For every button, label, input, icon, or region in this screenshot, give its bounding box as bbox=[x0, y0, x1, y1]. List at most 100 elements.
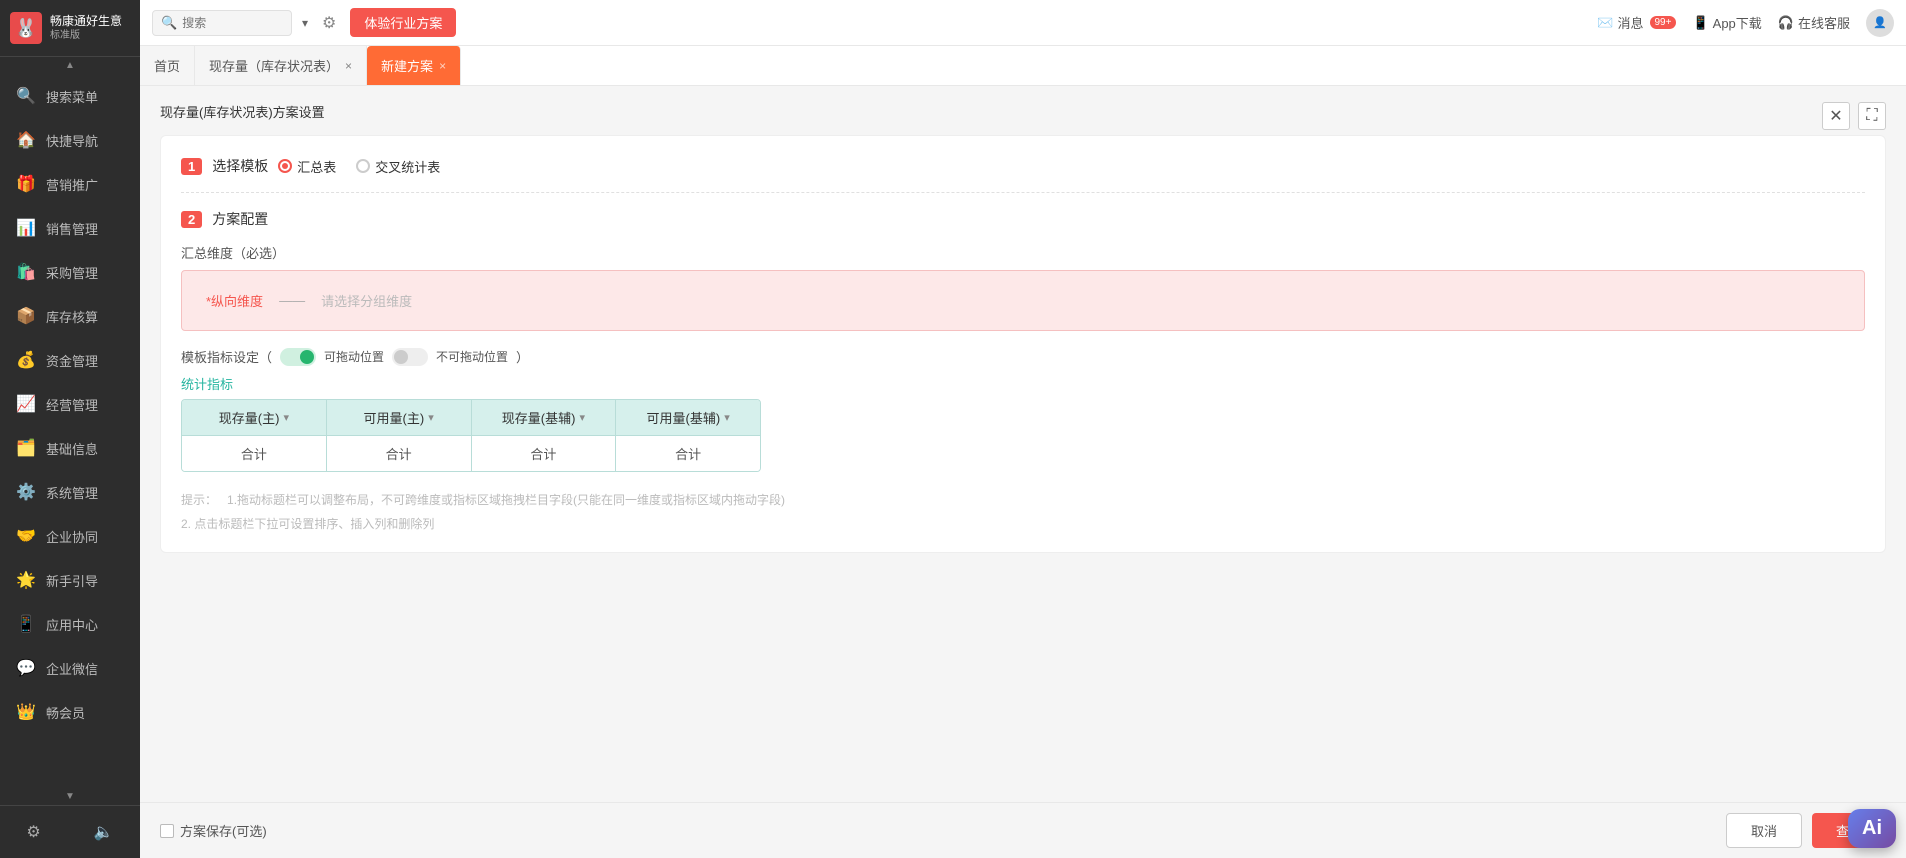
sidebar-logo: 🐰 畅康通好生意 标准版 bbox=[0, 0, 140, 57]
sidebar-item-label: 应用中心 bbox=[46, 615, 98, 634]
metrics-toggle-row: 模板指标设定（ 可拖动位置 不可拖动位置 ） bbox=[181, 347, 1865, 366]
sidebar-item-quick-nav[interactable]: 🏠 快捷导航 bbox=[0, 118, 140, 162]
sidebar-item-label: 企业微信 bbox=[46, 659, 98, 678]
sidebar-item-base-info[interactable]: 🗂️ 基础信息 bbox=[0, 426, 140, 470]
sidebar-item-app-center[interactable]: 📱 应用中心 bbox=[0, 602, 140, 646]
content-area: ✕ ⛶ 现存量(库存状况表)方案设置 1 选择模板 汇总表 交叉统计表 bbox=[140, 86, 1906, 802]
tabs-bar: 首页 现存量（库存状况表） × 新建方案 × bbox=[140, 46, 1906, 86]
sidebar-item-marketing[interactable]: 🎁 营销推广 bbox=[0, 162, 140, 206]
save-checkbox-label[interactable]: 方案保存(可选) bbox=[160, 821, 267, 840]
shopping-icon: 🛍️ bbox=[16, 262, 36, 282]
page-title: 现存量(库存状况表)方案设置 bbox=[160, 102, 1886, 121]
sidebar-item-purchase[interactable]: 🛍️ 采购管理 bbox=[0, 250, 140, 294]
messages-btn[interactable]: ✉️ 消息 99+ bbox=[1597, 13, 1676, 32]
sidebar-item-sales[interactable]: 📊 销售管理 bbox=[0, 206, 140, 250]
metrics-col-3[interactable]: 可用量(基辅) ▾ bbox=[616, 400, 760, 435]
scroll-down-arrow[interactable]: ▼ bbox=[0, 788, 140, 805]
panel-expand-button[interactable]: ⛶ bbox=[1858, 102, 1886, 130]
sidebar-item-corp-collab[interactable]: 🤝 企业协同 bbox=[0, 514, 140, 558]
sidebar-item-search-menu[interactable]: 🔍 搜索菜单 bbox=[0, 74, 140, 118]
topbar-gear-icon[interactable]: ⚙ bbox=[322, 13, 336, 33]
topbar: 🔍 ▾ ⚙ 体验行业方案 ✉️ 消息 99+ 📱 App下载 🎧 在线客服 👤 bbox=[140, 0, 1906, 46]
step2-title: 方案配置 bbox=[212, 209, 268, 229]
step1-header: 1 选择模板 汇总表 交叉统计表 bbox=[181, 156, 1865, 176]
col3-chevron-icon: ▾ bbox=[724, 411, 730, 424]
tab-inventory-close-icon[interactable]: × bbox=[345, 59, 352, 73]
home-icon: 🏠 bbox=[16, 130, 36, 150]
chart-icon: 📊 bbox=[16, 218, 36, 238]
scroll-up-arrow[interactable]: ▲ bbox=[0, 57, 140, 74]
radio-cross[interactable]: 交叉统计表 bbox=[356, 157, 440, 176]
tab-inventory-status[interactable]: 现存量（库存状况表） × bbox=[195, 46, 367, 85]
stats-title: 统计指标 bbox=[181, 374, 1865, 393]
tips-title: 提示： bbox=[181, 493, 217, 507]
toggle2-label: 不可拖动位置 bbox=[436, 348, 508, 365]
metrics-table: 现存量(主) ▾ 可用量(主) ▾ 现存量(基辅) ▾ 可用量(基辅) ▾ bbox=[181, 399, 761, 472]
sidebar-item-label: 营销推广 bbox=[46, 175, 98, 194]
settings-bottom-btn[interactable]: ⚙ bbox=[20, 816, 46, 848]
sidebar: 🐰 畅康通好生意 标准版 ▲ 🔍 搜索菜单 🏠 快捷导航 🎁 营销推广 📊 销售… bbox=[0, 0, 140, 858]
search-icon: 🔍 bbox=[161, 15, 177, 31]
tips-tip1: 提示： 1.拖动标题栏可以调整布局，不可跨维度或指标区域拖拽栏目字段(只能在同一… bbox=[181, 488, 1865, 512]
sidebar-item-ops[interactable]: 📈 经营管理 bbox=[0, 382, 140, 426]
topbar-search-box[interactable]: 🔍 bbox=[152, 10, 292, 36]
sidebar-item-finance[interactable]: 💰 资金管理 bbox=[0, 338, 140, 382]
sidebar-item-label: 畅会员 bbox=[46, 703, 85, 722]
metrics-col-0[interactable]: 现存量(主) ▾ bbox=[182, 400, 327, 435]
metrics-table-row-0: 合计 合计 合计 合计 bbox=[182, 435, 760, 471]
search-menu-icon: 🔍 bbox=[16, 86, 36, 106]
sidebar-item-new-guide[interactable]: 🌟 新手引导 bbox=[0, 558, 140, 602]
tab-new-scheme-close-icon[interactable]: × bbox=[439, 59, 446, 73]
col0-chevron-icon: ▾ bbox=[283, 411, 289, 424]
step-divider bbox=[181, 192, 1865, 193]
gift-icon: 🎁 bbox=[16, 174, 36, 194]
scheme-settings-card: 1 选择模板 汇总表 交叉统计表 2 方案配置 bbox=[160, 135, 1886, 553]
industry-plan-button[interactable]: 体验行业方案 bbox=[350, 8, 456, 37]
topbar-right: ✉️ 消息 99+ 📱 App下载 🎧 在线客服 👤 bbox=[1597, 9, 1894, 37]
cell-0-3: 合计 bbox=[616, 436, 760, 471]
crown-icon: 👑 bbox=[16, 702, 36, 722]
sidebar-item-inventory[interactable]: 📦 库存核算 bbox=[0, 294, 140, 338]
tab-home[interactable]: 首页 bbox=[140, 46, 195, 85]
sidebar-item-sys[interactable]: ⚙️ 系统管理 bbox=[0, 470, 140, 514]
draggable-toggle[interactable] bbox=[280, 348, 316, 366]
money-icon: 💰 bbox=[16, 350, 36, 370]
app-download-btn[interactable]: 📱 App下载 bbox=[1692, 13, 1761, 32]
sidebar-item-member[interactable]: 👑 畅会员 bbox=[0, 690, 140, 734]
dimension-required-label: *纵向维度 bbox=[206, 291, 263, 310]
metrics-close-paren: ） bbox=[516, 347, 529, 366]
metrics-label-text: 模板指标设定（ bbox=[181, 347, 272, 366]
sidebar-bottom: ⚙ 🔈 bbox=[0, 805, 140, 858]
cell-0-0: 合计 bbox=[182, 436, 327, 471]
metrics-col-2[interactable]: 现存量(基辅) ▾ bbox=[472, 400, 617, 435]
sidebar-item-corp-wechat[interactable]: 💬 企业微信 bbox=[0, 646, 140, 690]
dimension-select-box[interactable]: *纵向维度 —— 请选择分组维度 bbox=[181, 270, 1865, 331]
save-checkbox-input[interactable] bbox=[160, 824, 174, 838]
search-input[interactable] bbox=[182, 16, 282, 30]
non-draggable-toggle[interactable] bbox=[392, 348, 428, 366]
metrics-col-1[interactable]: 可用量(主) ▾ bbox=[327, 400, 472, 435]
ai-float-button[interactable]: Ai bbox=[1848, 809, 1896, 848]
cancel-button[interactable]: 取消 bbox=[1726, 813, 1802, 848]
panel-close-button[interactable]: ✕ bbox=[1822, 102, 1850, 130]
chat-icon: 💬 bbox=[16, 658, 36, 678]
box-icon: 📦 bbox=[16, 306, 36, 326]
files-icon: 🗂️ bbox=[16, 438, 36, 458]
speaker-bottom-btn[interactable]: 🔈 bbox=[88, 816, 120, 848]
topbar-dropdown[interactable]: ▾ bbox=[302, 16, 308, 30]
bottom-bar: 方案保存(可选) 取消 查询 bbox=[140, 802, 1906, 858]
sidebar-item-label: 资金管理 bbox=[46, 351, 98, 370]
tab-new-scheme[interactable]: 新建方案 × bbox=[367, 46, 461, 85]
sidebar-item-label: 搜索菜单 bbox=[46, 87, 98, 106]
cell-0-2: 合计 bbox=[472, 436, 617, 471]
star-icon: 🌟 bbox=[16, 570, 36, 590]
radio-summary[interactable]: 汇总表 bbox=[278, 157, 336, 176]
settings-icon: ⚙️ bbox=[16, 482, 36, 502]
tips-section: 提示： 1.拖动标题栏可以调整布局，不可跨维度或指标区域拖拽栏目字段(只能在同一… bbox=[181, 488, 1865, 536]
online-service-btn[interactable]: 🎧 在线客服 bbox=[1778, 13, 1850, 32]
user-avatar[interactable]: 👤 bbox=[1866, 9, 1894, 37]
template-radio-group: 汇总表 交叉统计表 bbox=[278, 157, 440, 176]
sidebar-item-label: 系统管理 bbox=[46, 483, 98, 502]
main-area: 🔍 ▾ ⚙ 体验行业方案 ✉️ 消息 99+ 📱 App下载 🎧 在线客服 👤 bbox=[140, 0, 1906, 858]
sidebar-item-label: 库存核算 bbox=[46, 307, 98, 326]
